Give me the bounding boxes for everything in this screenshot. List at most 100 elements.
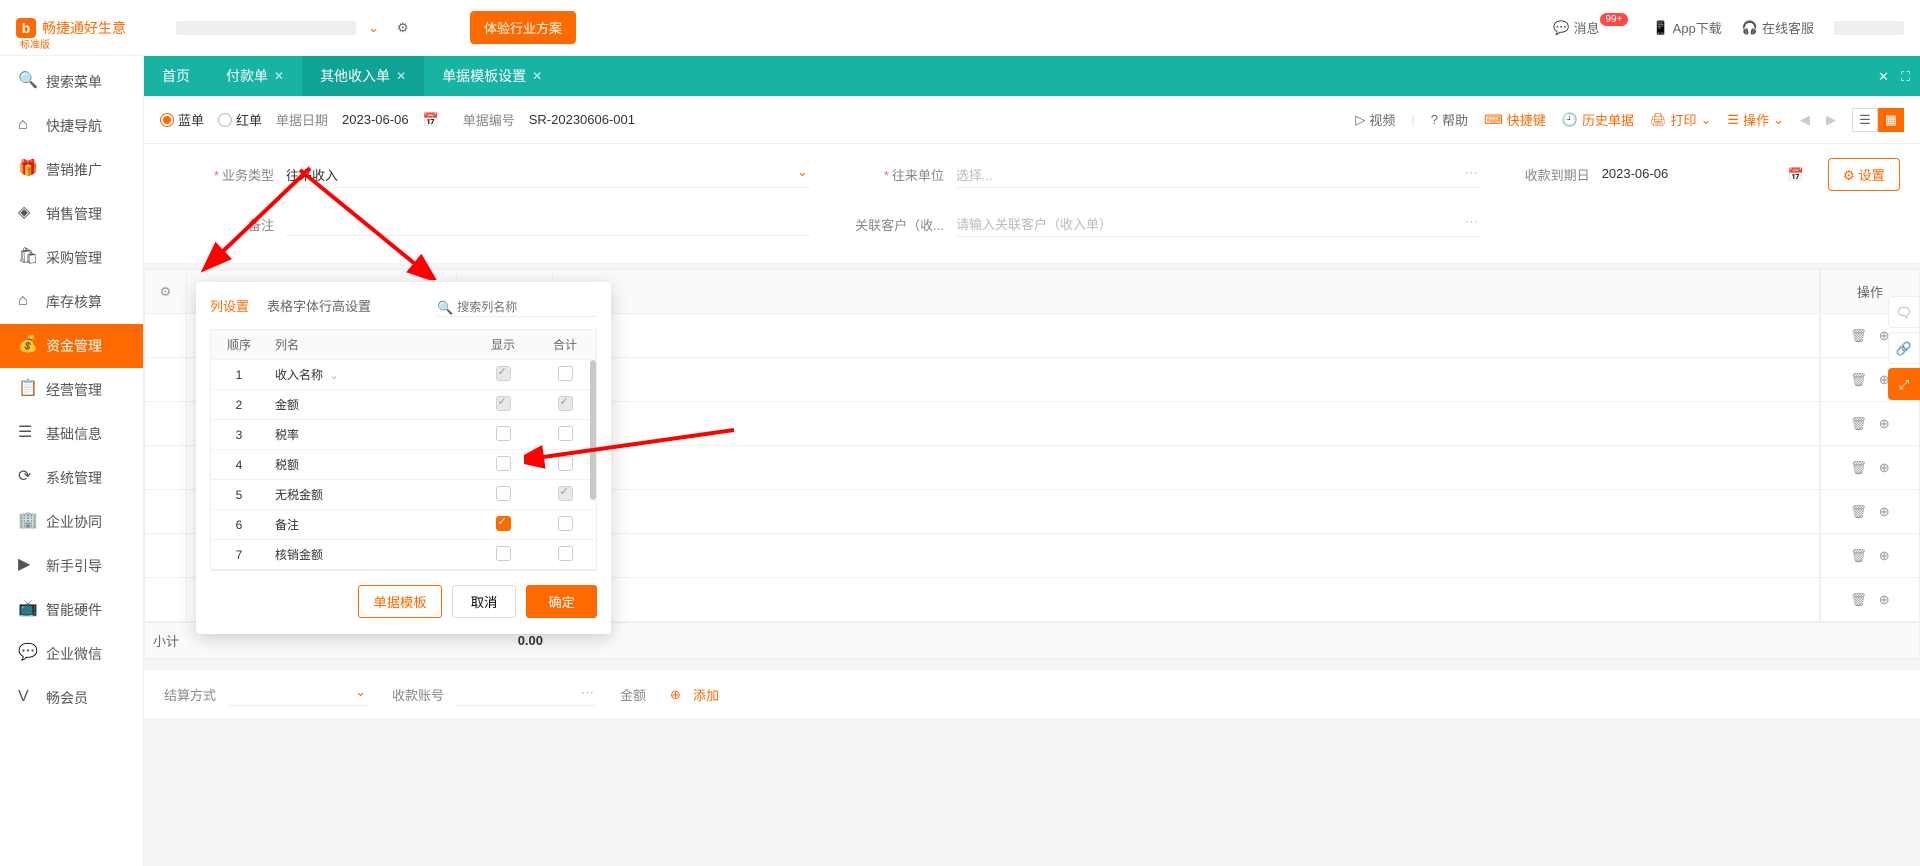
delete-icon[interactable]: 🗑 — [1850, 373, 1867, 386]
view-list[interactable]: ☰ — [1852, 108, 1878, 132]
checkbox[interactable] — [496, 456, 511, 471]
sidebar-item[interactable]: 💬企业微信 — [0, 632, 143, 676]
next-icon[interactable]: ▶ — [1826, 113, 1836, 126]
prev-icon[interactable]: ◀ — [1800, 113, 1810, 126]
sidebar-item[interactable]: 🛍采购管理 — [0, 236, 143, 280]
popup-footer: 单据模板 取消 确定 — [210, 585, 597, 618]
checkbox[interactable] — [558, 486, 573, 501]
checkbox[interactable] — [558, 546, 573, 561]
sidebar-item[interactable]: 🎁营销推广 — [0, 148, 143, 192]
delete-icon[interactable]: 🗑 — [1850, 593, 1867, 606]
gear-icon[interactable]: ⚙ — [397, 21, 409, 34]
checkbox[interactable] — [558, 366, 573, 381]
checkbox[interactable] — [496, 366, 511, 381]
copy-icon[interactable]: ⊕ — [1879, 461, 1890, 474]
close-icon[interactable]: ✕ — [396, 69, 406, 83]
calendar-icon[interactable]: 📅 — [423, 113, 439, 126]
sidebar-item[interactable]: 📋经营管理 — [0, 368, 143, 412]
copy-icon[interactable]: ⊕ — [1879, 505, 1890, 518]
delete-icon[interactable]: 🗑 — [1850, 549, 1867, 562]
popup-search[interactable]: 🔍 — [437, 298, 597, 317]
date-value[interactable]: 2023-06-06 — [342, 112, 409, 127]
company-selector[interactable]: ⌄ ⚙ — [176, 20, 456, 36]
settings-button[interactable]: ⚙ 设置 — [1828, 158, 1900, 191]
sidebar-item[interactable]: ◈销售管理 — [0, 192, 143, 236]
popup-row: 3 税率 — [211, 420, 596, 450]
checkbox[interactable] — [558, 456, 573, 471]
add-row-button[interactable]: ⊕ 添加 — [670, 685, 719, 704]
remark-input[interactable] — [286, 212, 810, 236]
tab[interactable]: 其他收入单✕ — [302, 56, 424, 96]
copy-icon[interactable]: ⊕ — [1879, 593, 1890, 606]
grid-settings-button[interactable]: ⚙ — [145, 270, 187, 313]
tab[interactable]: 单据模板设置✕ — [424, 56, 560, 96]
sidebar-item[interactable]: ⌂库存核算 — [0, 280, 143, 324]
tab[interactable]: 付款单✕ — [208, 56, 302, 96]
unit-input[interactable]: 选择... ⋯ — [956, 162, 1480, 188]
history-button[interactable]: 🕘历史单据 — [1562, 110, 1634, 129]
try-plan-button[interactable]: 体验行业方案 — [470, 11, 576, 44]
checkbox[interactable] — [558, 516, 573, 531]
account-input[interactable]: ⋯ — [456, 682, 596, 706]
popup-tab-font[interactable]: 表格字体行高设置 — [267, 296, 371, 319]
close-icon[interactable]: ✕ — [532, 69, 542, 83]
blue-bill-radio[interactable]: 蓝单 — [160, 110, 204, 129]
checkbox[interactable] — [558, 396, 573, 411]
sidebar-icon: 💬 — [18, 645, 36, 663]
shortcut-button[interactable]: ⌨快捷键 — [1484, 110, 1546, 129]
sidebar-item[interactable]: V畅会员 — [0, 676, 143, 720]
app-download-button[interactable]: 📱 App下载 — [1652, 18, 1721, 37]
delete-icon[interactable]: 🗑 — [1850, 505, 1867, 518]
tab[interactable]: 首页 — [144, 56, 208, 96]
customer-input[interactable]: 请输入关联客户（收入单） ⋯ — [956, 211, 1480, 237]
delete-icon[interactable]: 🗑 — [1850, 329, 1867, 342]
sidebar-item[interactable]: 📺智能硬件 — [0, 588, 143, 632]
view-card[interactable]: ▦ — [1878, 108, 1904, 132]
fullscreen-icon[interactable]: ⛶ — [1901, 70, 1910, 83]
help-button[interactable]: ?帮助 — [1431, 110, 1468, 129]
float-link-button[interactable]: 🔗 — [1888, 332, 1920, 364]
close-all-icon[interactable]: ✕ — [1878, 70, 1889, 83]
online-service-button[interactable]: 🎧 在线客服 — [1742, 18, 1814, 37]
cancel-button[interactable]: 取消 — [452, 585, 517, 618]
confirm-button[interactable]: 确定 — [526, 585, 597, 618]
sidebar-item[interactable]: ⟳系统管理 — [0, 456, 143, 500]
settle-select[interactable]: ⌄ — [228, 682, 368, 706]
copy-icon[interactable]: ⊕ — [1879, 417, 1890, 430]
delete-icon[interactable]: 🗑 — [1850, 461, 1867, 474]
operate-button[interactable]: ☰操作⌄ — [1727, 110, 1784, 129]
checkbox[interactable] — [496, 486, 511, 501]
more-icon[interactable]: ⋯ — [1465, 165, 1478, 181]
messages-button[interactable]: 💬 消息 99+ — [1553, 18, 1632, 37]
red-bill-radio[interactable]: 红单 — [218, 110, 262, 129]
sidebar-item[interactable]: ⌂快捷导航 — [0, 104, 143, 148]
sidebar-item[interactable]: ▶新手引导 — [0, 544, 143, 588]
template-button[interactable]: 单据模板 — [358, 585, 441, 618]
calendar-icon[interactable]: 📅 — [1788, 168, 1804, 181]
popup-search-input[interactable] — [457, 300, 587, 314]
more-icon[interactable]: ⋯ — [581, 685, 594, 701]
copy-icon[interactable]: ⊕ — [1879, 549, 1890, 562]
float-expand-button[interactable]: ⤢ — [1888, 368, 1920, 400]
float-notes-button[interactable]: 🗨 — [1888, 296, 1920, 328]
checkbox[interactable] — [496, 426, 511, 441]
sidebar-item[interactable]: 💰资金管理 — [0, 324, 143, 368]
sidebar-item[interactable]: ☰基础信息 — [0, 412, 143, 456]
checkbox[interactable] — [558, 426, 573, 441]
popup-scrollbar[interactable] — [590, 360, 596, 500]
popup-tab-columns[interactable]: 列设置 — [210, 296, 249, 319]
more-icon[interactable]: ⋯ — [1465, 214, 1478, 230]
checkbox[interactable] — [496, 516, 511, 531]
close-icon[interactable]: ✕ — [274, 69, 284, 83]
checkbox[interactable] — [496, 546, 511, 561]
checkbox[interactable] — [496, 396, 511, 411]
sidebar-item[interactable]: 🔍搜索菜单 — [0, 60, 143, 104]
video-button[interactable]: ▷视频 — [1355, 110, 1395, 129]
chevron-down-icon[interactable]: ⌄ — [329, 369, 339, 381]
print-button[interactable]: 🖨打印⌄ — [1650, 110, 1711, 129]
note-icon: 🗨 — [1896, 306, 1913, 319]
sidebar-item[interactable]: 🏢企业协同 — [0, 500, 143, 544]
due-date-input[interactable]: 2023-06-06 — [1602, 163, 1770, 187]
biz-type-select[interactable]: 往来收入 ⌄ — [286, 162, 810, 188]
delete-icon[interactable]: 🗑 — [1850, 417, 1867, 430]
